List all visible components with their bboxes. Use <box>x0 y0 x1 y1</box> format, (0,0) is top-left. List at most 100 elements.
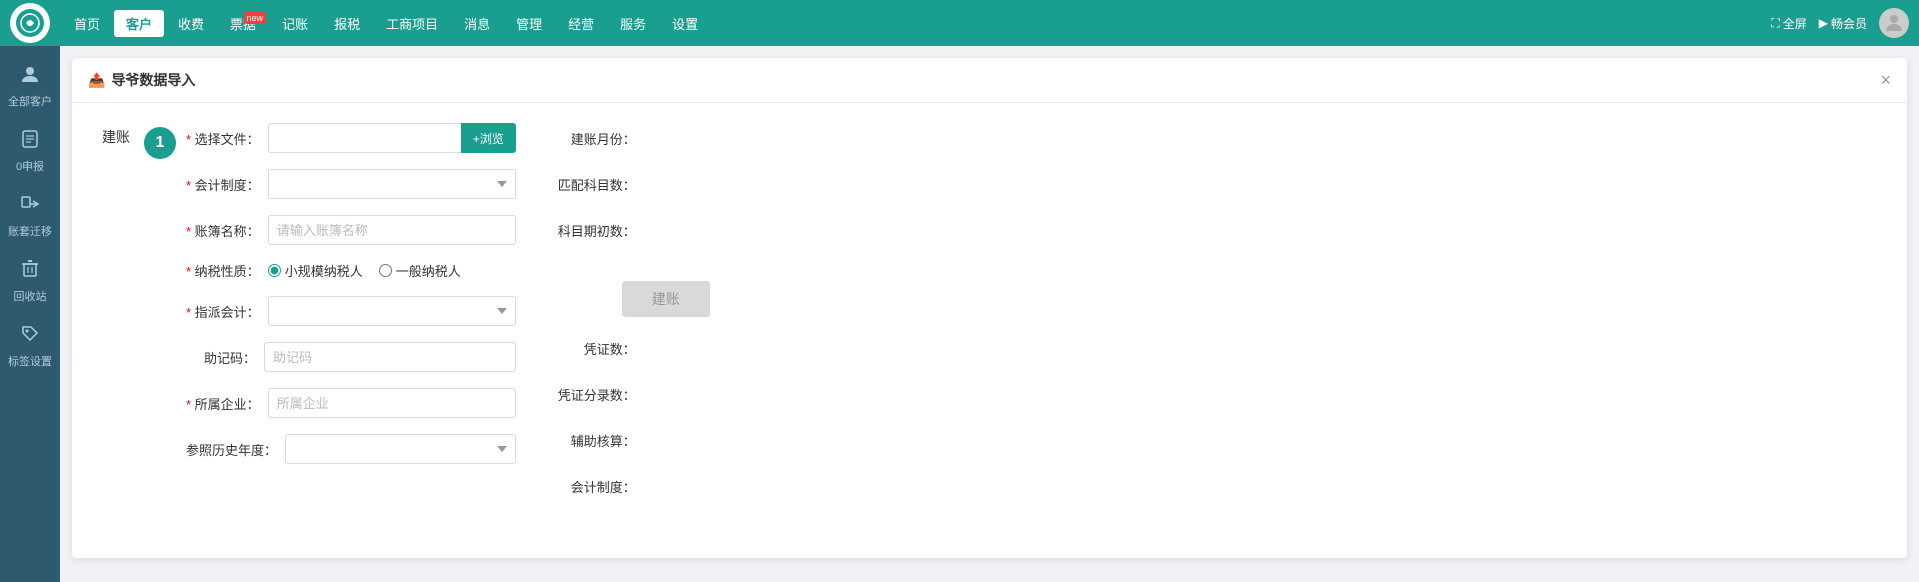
fullscreen-button[interactable]: ⛶ 全屏 <box>1771 15 1806 32</box>
ref-year-label: 参照历史年度： <box>186 440 277 459</box>
sidebar-item-all-clients[interactable]: 全部客户 <box>0 54 60 119</box>
nav-item-settings[interactable]: 设置 <box>660 10 710 37</box>
main-content: 📤 导爷数据导入 × 建账 1 * 选择文件： <box>60 46 1919 582</box>
ledger-name-label: * 账簿名称： <box>186 221 260 240</box>
sidebar-label: 回收站 <box>14 288 47 304</box>
panel-body: 建账 1 * 选择文件： +浏览 <box>72 103 1907 521</box>
step-circle: 1 <box>144 127 176 159</box>
tax-type-radio-group: 小规模纳税人 一般纳税人 <box>268 261 461 280</box>
sidebar: 全部客户 0申报 账套迁移 回收站 标签设置 <box>0 46 60 582</box>
file-input-wrap: +浏览 <box>268 123 516 153</box>
nav-item-message[interactable]: 消息 <box>452 10 502 37</box>
voucher-entries-value <box>644 379 776 409</box>
sidebar-item-zero-report[interactable]: 0申报 <box>0 119 60 184</box>
right-accounting-system-label: 会计制度： <box>556 477 636 496</box>
sidebar-item-recycle[interactable]: 回收站 <box>0 249 60 314</box>
sidebar-label: 0申报 <box>16 158 44 174</box>
new-badge: new <box>244 12 267 24</box>
aux-accounting-value <box>644 425 776 455</box>
assign-accountant-label: * 指派会计： <box>186 302 260 321</box>
member-button[interactable]: ▶ 畅会员 <box>1819 15 1867 32</box>
panel-title: 📤 导爷数据导入 <box>88 70 195 90</box>
radio-small-scale-input[interactable] <box>268 264 281 277</box>
logo-inner <box>16 9 44 37</box>
info-section: 建账月份： 匹配科目数： 科目期初数： 建账 <box>556 123 776 501</box>
import-icon: 📤 <box>88 72 105 89</box>
nav-item-business[interactable]: 工商项目 <box>374 10 450 37</box>
form-row-ledger-name: * 账簿名称： <box>186 215 516 245</box>
logo[interactable] <box>10 3 50 43</box>
info-row-voucher-count: 凭证数： <box>556 333 776 363</box>
step-form-wrapper: 建账 1 * 选择文件： +浏览 <box>102 123 516 501</box>
right-accounting-system-value <box>644 471 776 501</box>
period-initial-label: 科目期初数： <box>556 221 636 240</box>
company-input[interactable] <box>268 388 516 418</box>
info-row-build-month: 建账月份： <box>556 123 776 153</box>
avatar[interactable] <box>1879 8 1909 38</box>
build-month-value <box>644 123 776 153</box>
voucher-count-label: 凭证数： <box>556 339 636 358</box>
aux-accounting-label: 辅助核算： <box>556 431 636 450</box>
info-row-period-initial: 科目期初数： <box>556 215 776 245</box>
nav-item-manage[interactable]: 管理 <box>504 10 554 37</box>
nav-item-client[interactable]: 客户 <box>114 10 164 37</box>
nav-item-invoice[interactable]: 票据 new <box>218 10 268 37</box>
sidebar-item-tag-settings[interactable]: 标签设置 <box>0 314 60 379</box>
period-initial-value <box>644 215 776 245</box>
top-nav: 首页 客户 收费 票据 new 记账 报税 工商项目 消息 管理 经营 服务 设… <box>0 0 1919 46</box>
radio-general[interactable]: 一般纳税人 <box>379 261 461 280</box>
match-subjects-label: 匹配科目数： <box>556 175 636 194</box>
file-input[interactable] <box>268 123 461 153</box>
close-button[interactable]: × <box>1880 71 1891 89</box>
ledger-name-input[interactable] <box>268 215 516 245</box>
form-row-memo-code: 助记码： <box>186 342 516 372</box>
info-row-voucher-entries: 凭证分录数： <box>556 379 776 409</box>
nav-item-home[interactable]: 首页 <box>62 10 112 37</box>
accounting-system-select[interactable] <box>268 169 516 199</box>
nav-item-operation[interactable]: 经营 <box>556 10 606 37</box>
info-row-match-subjects: 匹配科目数： <box>556 169 776 199</box>
layout: 全部客户 0申报 账套迁移 回收站 标签设置 <box>0 46 1919 582</box>
info-row-accounting-system: 会计制度： <box>556 471 776 501</box>
voucher-count-value <box>644 333 776 363</box>
company-label: * 所属企业： <box>186 394 260 413</box>
sidebar-item-migration[interactable]: 账套迁移 <box>0 184 60 249</box>
nav-item-fee[interactable]: 收费 <box>166 10 216 37</box>
people-icon <box>20 64 40 89</box>
form-row-accounting-system: * 会计制度： <box>186 169 516 199</box>
build-month-label: 建账月份： <box>556 129 636 148</box>
sidebar-label: 全部客户 <box>8 93 52 109</box>
info-row-aux-accounting: 辅助核算： <box>556 425 776 455</box>
form-row-tax-type: * 纳税性质： 小规模纳税人 一般纳税人 <box>186 261 516 280</box>
form-row-accountant: * 指派会计： <box>186 296 516 326</box>
accounting-system-label: * 会计制度： <box>186 175 260 194</box>
nav-item-service[interactable]: 服务 <box>608 10 658 37</box>
ref-year-select[interactable] <box>285 434 516 464</box>
sidebar-label: 标签设置 <box>8 353 52 369</box>
migration-icon <box>20 194 40 219</box>
memo-code-input[interactable] <box>264 342 516 372</box>
step-label: 建账 <box>102 127 130 147</box>
browse-button[interactable]: +浏览 <box>461 123 516 153</box>
form-section: * 选择文件： +浏览 * 会计制度： <box>186 123 516 464</box>
import-panel: 📤 导爷数据导入 × 建账 1 * 选择文件： <box>72 58 1907 558</box>
tag-icon <box>20 324 40 349</box>
report-icon <box>20 129 40 154</box>
nav-item-tax[interactable]: 报税 <box>322 10 372 37</box>
build-account-button[interactable]: 建账 <box>622 281 710 317</box>
panel-header: 📤 导爷数据导入 × <box>72 58 1907 103</box>
play-icon: ▶ <box>1819 16 1828 30</box>
nav-items: 首页 客户 收费 票据 new 记账 报税 工商项目 消息 管理 经营 服务 设… <box>62 10 1771 37</box>
voucher-entries-label: 凭证分录数： <box>556 385 636 404</box>
memo-code-label: 助记码： <box>186 348 256 367</box>
radio-small-scale[interactable]: 小规模纳税人 <box>268 261 363 280</box>
nav-item-bookkeeping[interactable]: 记账 <box>270 10 320 37</box>
select-file-label: * 选择文件： <box>186 129 260 148</box>
radio-general-input[interactable] <box>379 264 392 277</box>
accountant-select[interactable] <box>268 296 516 326</box>
sidebar-label: 账套迁移 <box>8 223 52 239</box>
form-row-ref-year: 参照历史年度： <box>186 434 516 464</box>
match-subjects-value <box>644 169 776 199</box>
fullscreen-icon: ⛶ <box>1771 16 1779 31</box>
form-row-company: * 所属企业： <box>186 388 516 418</box>
